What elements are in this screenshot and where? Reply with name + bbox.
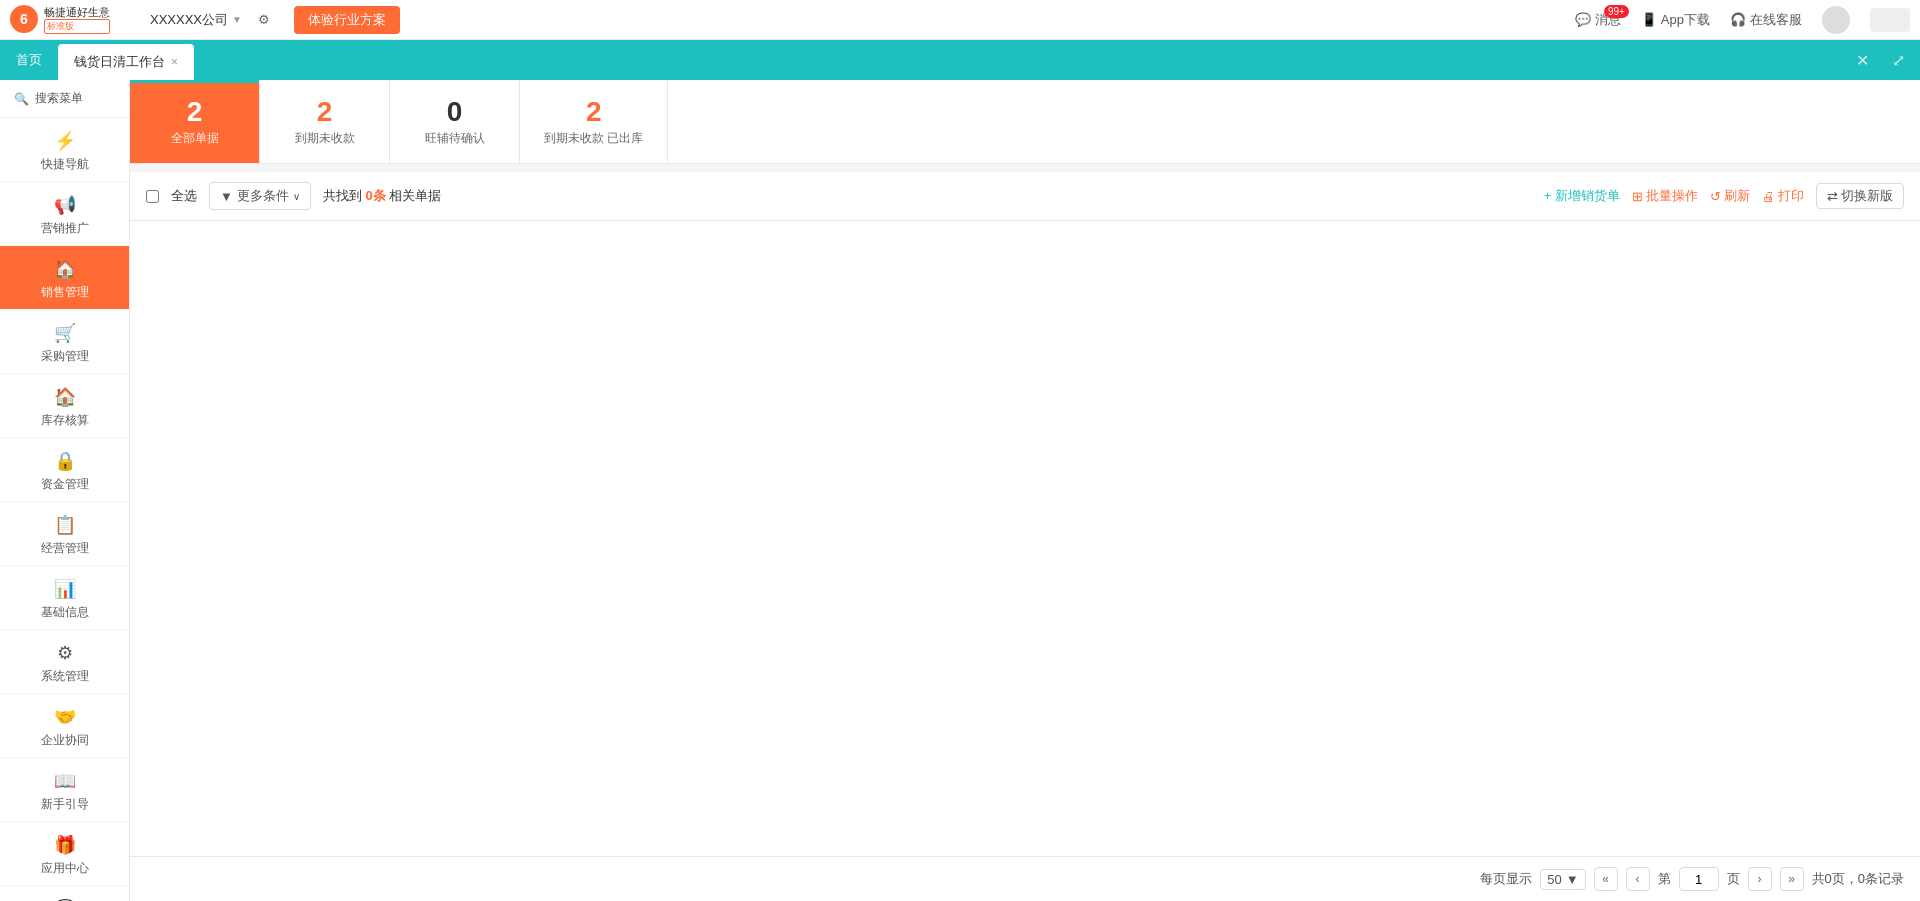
sidebar-item-basic-info[interactable]: 📊 基础信息 bbox=[0, 566, 129, 630]
finance-icon: 🔒 bbox=[54, 450, 76, 472]
toolbar-right: + 新增销货单 ⊞ 批量操作 ↺ 刷新 🖨 打印 ⇄ 切换新版 bbox=[1544, 183, 1904, 209]
main-layout: 🔍 搜索菜单 ⚡ 快捷导航 📢 营销推广 🏠 销售管理 🛒 采购管理 🏠 库存核… bbox=[0, 80, 1920, 901]
sidebar-item-system[interactable]: ⚙ 系统管理 bbox=[0, 630, 129, 694]
sidebar-item-guide[interactable]: 📖 新手引导 bbox=[0, 758, 129, 822]
sidebar-item-finance[interactable]: 🔒 资金管理 bbox=[0, 438, 129, 502]
sidebar: 🔍 搜索菜单 ⚡ 快捷导航 📢 营销推广 🏠 销售管理 🛒 采购管理 🏠 库存核… bbox=[0, 80, 130, 901]
sales-icon: 🏠 bbox=[54, 258, 76, 280]
sidebar-item-marketing[interactable]: 📢 营销推广 bbox=[0, 182, 129, 246]
refresh-btn[interactable]: ↺ 刷新 bbox=[1710, 187, 1750, 205]
table-area: 每页显示 50 ▼ « ‹ 第 页 › » bbox=[130, 221, 1920, 901]
found-count: 0条 bbox=[366, 188, 386, 203]
tab-close-btn[interactable]: ✕ bbox=[1848, 46, 1876, 74]
tab-bar-actions: ✕ ⤢ bbox=[1848, 46, 1920, 74]
sidebar-item-cooperation[interactable]: 🤝 企业协同 bbox=[0, 694, 129, 758]
page-size-arrow: ▼ bbox=[1566, 872, 1579, 887]
tab-bar: 首页 钱货日清工作台 × ✕ ⤢ bbox=[0, 40, 1920, 80]
search-icon: 🔍 bbox=[14, 92, 29, 106]
tab-close-icon[interactable]: × bbox=[171, 55, 178, 69]
settings-icon[interactable]: ⚙ bbox=[250, 6, 278, 34]
service-icon: 🎧 bbox=[1730, 12, 1746, 27]
batch-btn[interactable]: ⊞ 批量操作 bbox=[1632, 187, 1698, 205]
basic-info-icon: 📊 bbox=[54, 578, 76, 600]
sidebar-item-wechat[interactable]: 💬 企业微信 bbox=[0, 886, 129, 901]
refresh-icon: ↺ bbox=[1710, 189, 1721, 204]
filter-btn[interactable]: ▼ 更多条件 ∨ bbox=[209, 182, 311, 210]
app-download-icon: 📱 bbox=[1641, 12, 1657, 27]
app-center-icon: 🎁 bbox=[54, 834, 76, 856]
inventory-icon: 🏠 bbox=[54, 386, 76, 408]
stat-shipped[interactable]: 2 到期未收款 已出库 bbox=[520, 80, 668, 163]
pagination: 每页显示 50 ▼ « ‹ 第 页 › » bbox=[130, 856, 1920, 901]
batch-icon: ⊞ bbox=[1632, 189, 1643, 204]
app-download-btn[interactable]: 📱 App下载 bbox=[1641, 11, 1710, 29]
stat-all[interactable]: 2 全部单据 bbox=[130, 80, 260, 163]
business-icon: 📋 bbox=[54, 514, 76, 536]
new-sale-btn[interactable]: + 新增销货单 bbox=[1544, 187, 1620, 205]
online-service-btn[interactable]: 🎧 在线客服 bbox=[1730, 11, 1802, 29]
toolbar: 全选 ▼ 更多条件 ∨ 共找到 0条 相关单据 + 新增销货单 ⊞ bbox=[130, 172, 1920, 221]
sidebar-item-quick-nav[interactable]: ⚡ 快捷导航 bbox=[0, 118, 129, 182]
purchase-icon: 🛒 bbox=[54, 322, 76, 344]
quick-nav-icon: ⚡ bbox=[54, 130, 76, 152]
stat-overdue[interactable]: 2 到期未收款 bbox=[260, 80, 390, 163]
filter-icon: ▼ bbox=[220, 189, 233, 204]
search-menu-btn[interactable]: 🔍 搜索菜单 bbox=[0, 80, 129, 118]
page-input[interactable] bbox=[1679, 867, 1719, 891]
select-all-checkbox[interactable] bbox=[146, 190, 159, 203]
sidebar-item-app-center[interactable]: 🎁 应用中心 bbox=[0, 822, 129, 886]
next-page-btn[interactable]: › bbox=[1748, 867, 1772, 891]
stats-row: 2 全部单据 2 到期未收款 0 旺辅待确认 2 到期未收款 已出库 bbox=[130, 80, 1920, 164]
sidebar-item-inventory[interactable]: 🏠 库存核算 bbox=[0, 374, 129, 438]
sidebar-item-sales[interactable]: 🏠 销售管理 bbox=[0, 246, 129, 310]
message-icon: 💬 bbox=[1575, 12, 1591, 27]
total-records: 共0页，0条记录 bbox=[1812, 870, 1904, 888]
print-btn[interactable]: 🖨 打印 bbox=[1762, 187, 1804, 205]
avatar[interactable] bbox=[1822, 6, 1850, 34]
logo-icon: 6 bbox=[10, 5, 38, 33]
user-name-area[interactable] bbox=[1870, 8, 1910, 32]
sidebar-item-purchase[interactable]: 🛒 采购管理 bbox=[0, 310, 129, 374]
message-badge: 99+ bbox=[1604, 5, 1629, 18]
tab-expand-btn[interactable]: ⤢ bbox=[1884, 46, 1912, 74]
sidebar-item-business[interactable]: 📋 经营管理 bbox=[0, 502, 129, 566]
system-icon: ⚙ bbox=[57, 642, 73, 664]
logo-text: 畅捷通好生意 bbox=[44, 5, 110, 19]
guide-icon: 📖 bbox=[54, 770, 76, 792]
cooperation-icon: 🤝 bbox=[54, 706, 76, 728]
logo-badge: 标准版 bbox=[44, 19, 110, 34]
found-text: 共找到 0条 相关单据 bbox=[323, 187, 441, 205]
first-page-btn[interactable]: « bbox=[1594, 867, 1618, 891]
toolbar-left: 全选 ▼ 更多条件 ∨ 共找到 0条 相关单据 bbox=[146, 182, 1532, 210]
page-size-select[interactable]: 50 ▼ bbox=[1540, 869, 1585, 890]
company-selector[interactable]: XXXXXX公司 ▼ bbox=[150, 11, 242, 29]
switch-icon: ⇄ bbox=[1827, 189, 1838, 204]
print-icon: 🖨 bbox=[1762, 189, 1775, 204]
prev-page-btn[interactable]: ‹ bbox=[1626, 867, 1650, 891]
content-area: 2 全部单据 2 到期未收款 0 旺辅待确认 2 到期未收款 已出库 全选 bbox=[130, 80, 1920, 901]
company-dropdown-arrow: ▼ bbox=[232, 14, 242, 25]
tab-work-station[interactable]: 钱货日清工作台 × bbox=[58, 44, 194, 80]
last-page-btn[interactable]: » bbox=[1780, 867, 1804, 891]
message-btn[interactable]: 💬 消息 99+ bbox=[1575, 11, 1621, 29]
top-header: 6 畅捷通好生意 标准版 XXXXXX公司 ▼ ⚙ 体验行业方案 💬 消息 99… bbox=[0, 0, 1920, 40]
marketing-icon: 📢 bbox=[54, 194, 76, 216]
header-right: 💬 消息 99+ 📱 App下载 🎧 在线客服 bbox=[1575, 6, 1910, 34]
industry-btn[interactable]: 体验行业方案 bbox=[294, 6, 400, 34]
logo-area: 6 畅捷通好生意 标准版 bbox=[10, 5, 140, 34]
stat-pending[interactable]: 0 旺辅待确认 bbox=[390, 80, 520, 163]
switch-version-btn[interactable]: ⇄ 切换新版 bbox=[1816, 183, 1904, 209]
tab-home[interactable]: 首页 bbox=[0, 40, 58, 80]
